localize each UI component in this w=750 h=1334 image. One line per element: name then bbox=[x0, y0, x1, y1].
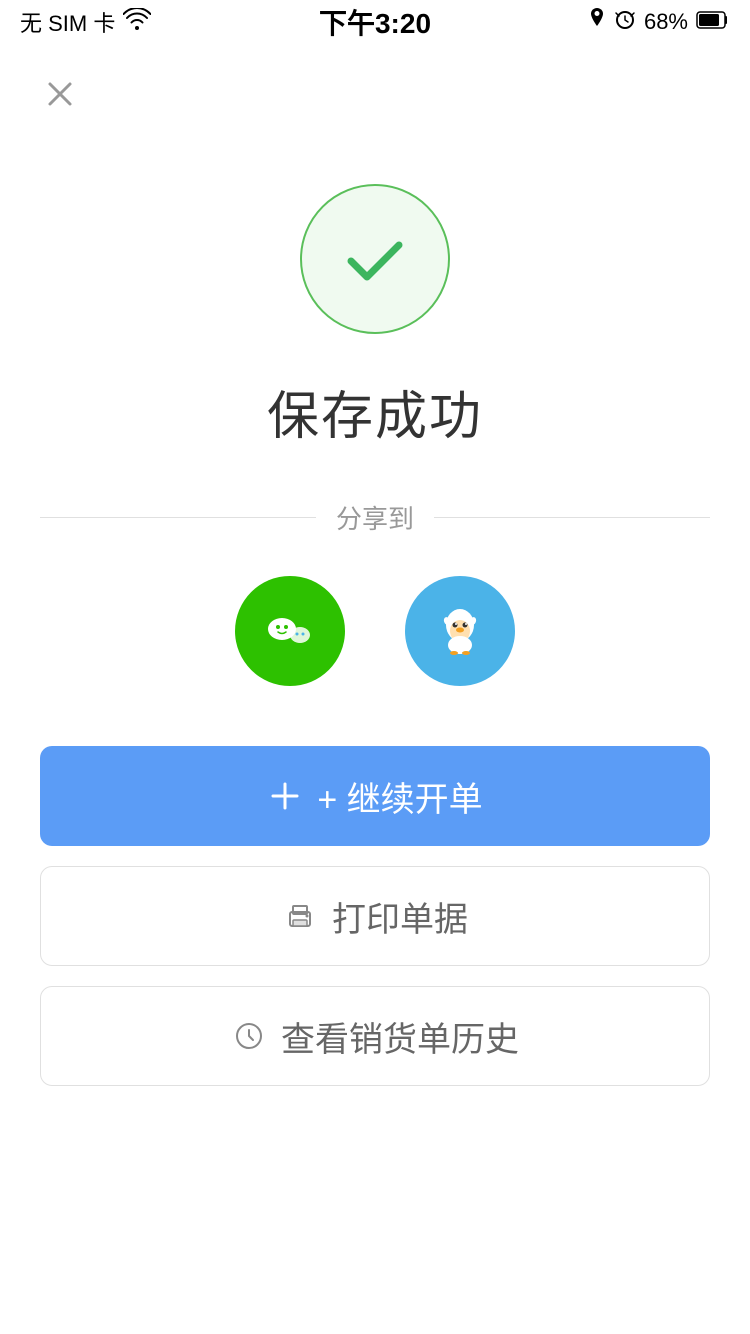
success-title: 保存成功 bbox=[267, 374, 483, 449]
continue-order-label: + 继续开单 bbox=[317, 772, 482, 821]
battery-icon bbox=[696, 9, 730, 35]
print-button[interactable]: 打印单据 bbox=[40, 866, 710, 966]
history-button[interactable]: 查看销货单历史 bbox=[40, 986, 710, 1086]
history-label: 查看销货单历史 bbox=[281, 1012, 519, 1061]
share-label: 分享到 bbox=[336, 499, 414, 536]
alarm-icon bbox=[614, 8, 636, 36]
battery-percent: 68% bbox=[644, 9, 688, 35]
status-right: 68% bbox=[588, 8, 730, 36]
continue-order-button[interactable]: + 继续开单 bbox=[40, 746, 710, 846]
status-left: 无 SIM 卡 bbox=[20, 6, 151, 38]
action-buttons: + 继续开单 打印单据 查看销货单历史 bbox=[40, 746, 710, 1086]
qq-share-button[interactable] bbox=[405, 576, 515, 686]
status-bar: 无 SIM 卡 下午3:20 bbox=[0, 0, 750, 44]
success-icon-circle bbox=[300, 184, 450, 334]
status-time: 下午3:20 bbox=[319, 2, 431, 42]
location-icon bbox=[588, 8, 606, 36]
close-button[interactable] bbox=[30, 64, 90, 124]
share-icons bbox=[40, 576, 710, 686]
share-divider: 分享到 bbox=[40, 499, 710, 536]
print-label: 打印单据 bbox=[332, 892, 468, 941]
share-section: 分享到 bbox=[40, 499, 710, 686]
no-sim-label: 无 SIM 卡 bbox=[20, 6, 115, 38]
wechat-share-button[interactable] bbox=[235, 576, 345, 686]
wifi-icon bbox=[123, 8, 151, 37]
main-content: 保存成功 分享到 bbox=[0, 144, 750, 1334]
